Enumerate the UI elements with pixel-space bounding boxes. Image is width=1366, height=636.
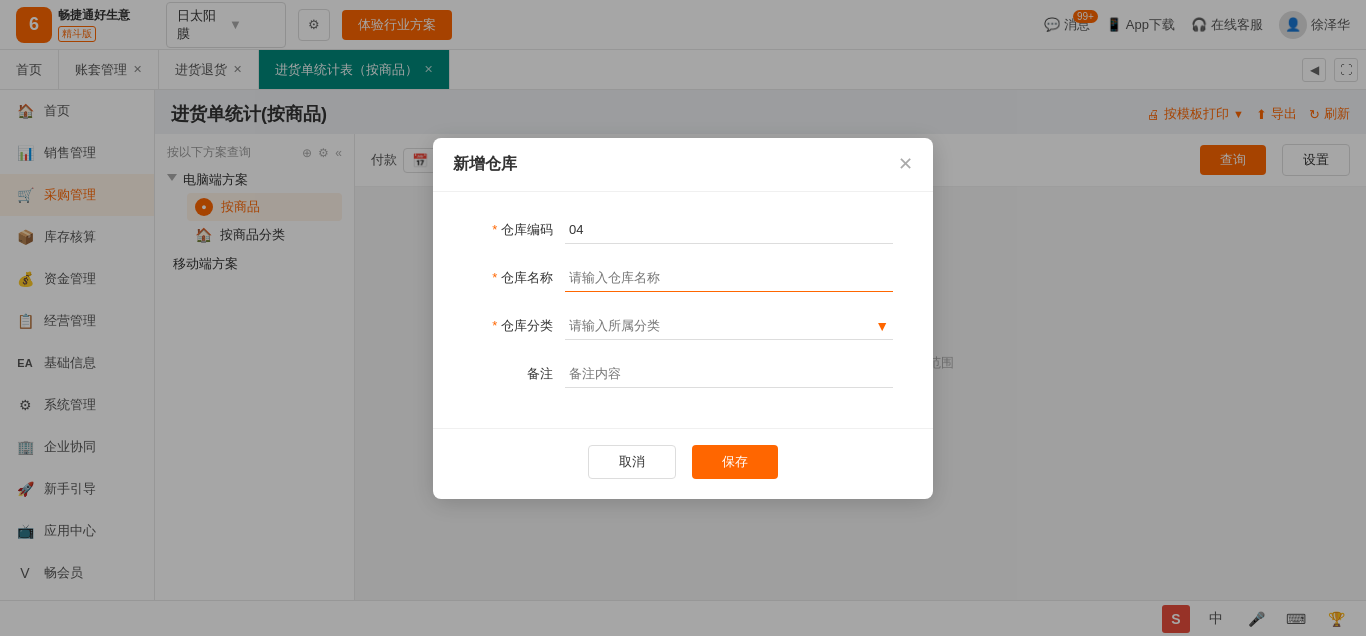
dialog-footer: 取消 保存 bbox=[433, 428, 933, 499]
dialog-header: 新增仓库 ✕ bbox=[433, 138, 933, 192]
name-input[interactable] bbox=[565, 264, 893, 292]
category-dropdown-arrow[interactable]: ▼ bbox=[875, 318, 889, 334]
cancel-button[interactable]: 取消 bbox=[588, 445, 676, 479]
remark-label: 备注 bbox=[473, 365, 553, 383]
form-row-category: 仓库分类 ▼ bbox=[473, 312, 893, 340]
dialog-close-button[interactable]: ✕ bbox=[898, 155, 913, 173]
form-row-name: 仓库名称 bbox=[473, 264, 893, 292]
form-row-remark: 备注 bbox=[473, 360, 893, 388]
name-label: 仓库名称 bbox=[473, 269, 553, 287]
save-button[interactable]: 保存 bbox=[692, 445, 778, 479]
dialog-body: 仓库编码 仓库名称 仓库分类 ▼ 备注 bbox=[433, 192, 933, 428]
modal-overlay: 新增仓库 ✕ 仓库编码 仓库名称 仓库分类 ▼ bbox=[0, 0, 1366, 636]
code-input[interactable] bbox=[565, 216, 893, 244]
category-label: 仓库分类 bbox=[473, 317, 553, 335]
new-warehouse-dialog: 新增仓库 ✕ 仓库编码 仓库名称 仓库分类 ▼ bbox=[433, 138, 933, 499]
category-wrap: ▼ bbox=[565, 312, 893, 340]
form-row-code: 仓库编码 bbox=[473, 216, 893, 244]
remark-input[interactable] bbox=[565, 360, 893, 388]
category-input[interactable] bbox=[565, 312, 893, 340]
code-label: 仓库编码 bbox=[473, 221, 553, 239]
dialog-title: 新增仓库 bbox=[453, 154, 517, 175]
